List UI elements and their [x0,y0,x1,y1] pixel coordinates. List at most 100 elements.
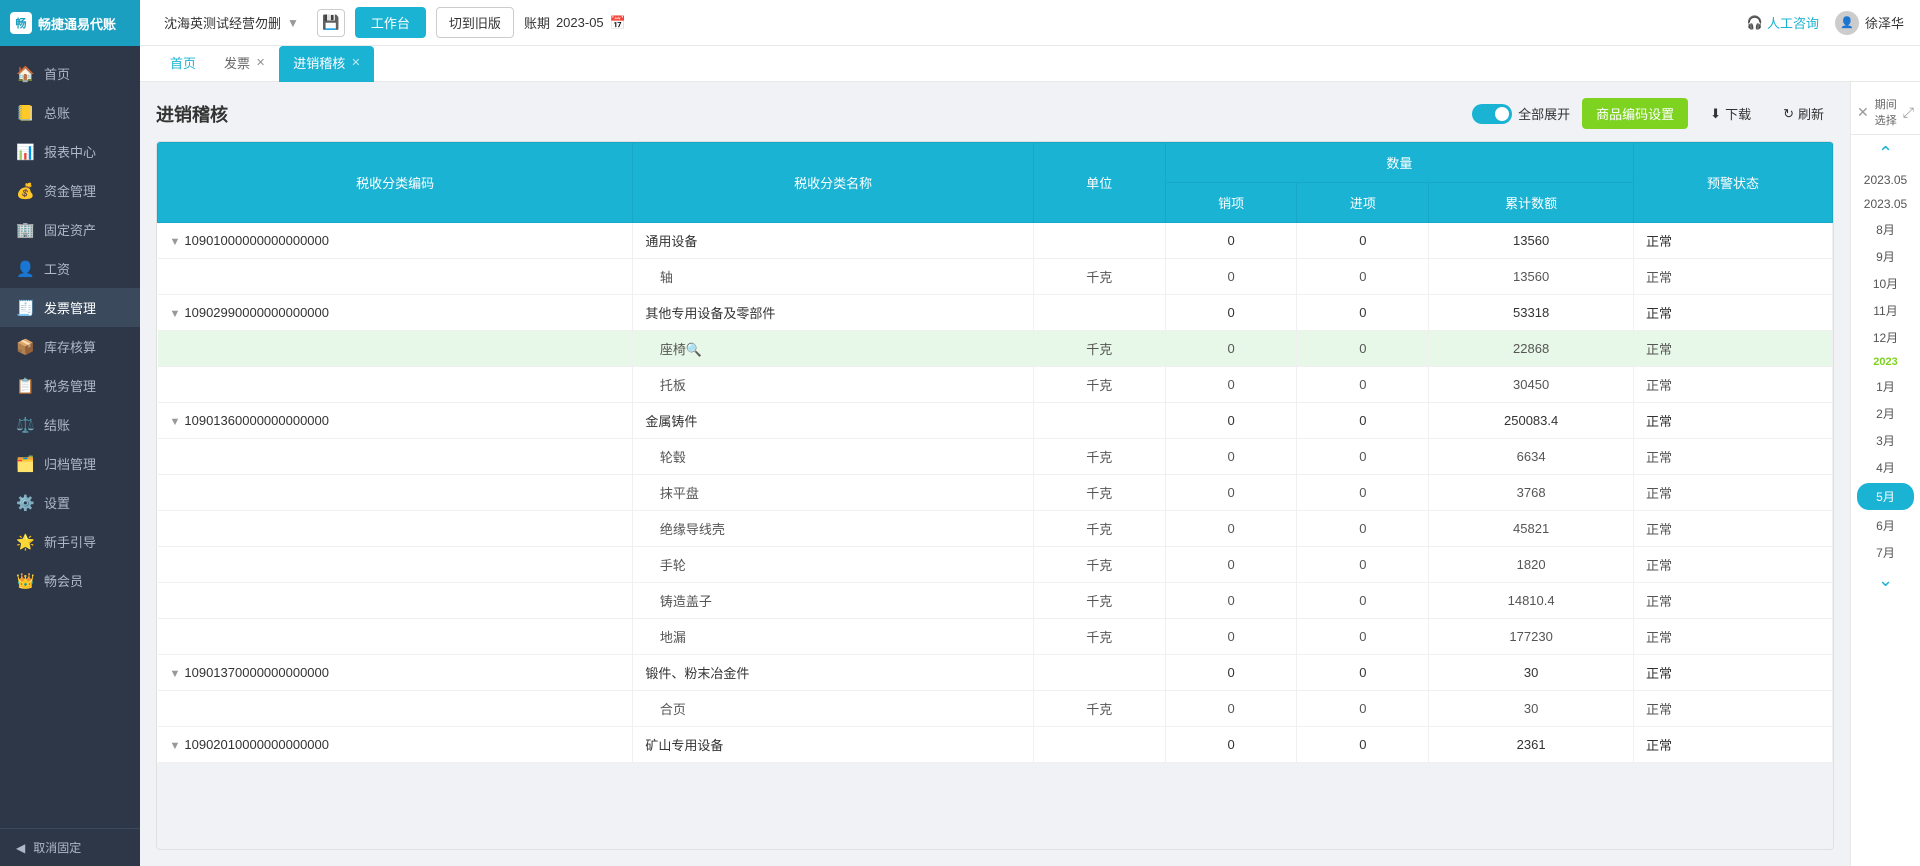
sidebar-item-funds[interactable]: 💰 资金管理 [0,171,140,210]
cell-purchase: 0 [1297,655,1429,691]
sidebar-item-settle[interactable]: ⚖️ 结账 [0,405,140,444]
sidebar-item-invoice[interactable]: 🧾 发票管理 [0,288,140,327]
support-link[interactable]: 🎧 人工咨询 [1747,13,1819,32]
cell-status: 正常 [1633,475,1832,511]
cell-purchase: 0 [1297,403,1429,439]
cell-purchase: 0 [1297,547,1429,583]
table-row[interactable]: 手轮 千克 0 0 1820 正常 [158,547,1833,583]
sidebar-item-guide[interactable]: 🌟 新手引导 [0,522,140,561]
cell-status: 正常 [1633,511,1832,547]
user-info[interactable]: 👤 徐泽华 [1835,11,1904,35]
close-panel-button[interactable]: ✕ [1855,102,1871,123]
sidebar-item-label: 库存核算 [44,337,96,356]
period-item-11[interactable]: 11月 [1851,297,1920,324]
tab-reconciliation[interactable]: 进销稽核 ✕ [279,46,374,82]
guide-icon: 🌟 [16,533,34,551]
period-item-12[interactable]: 12月 [1851,324,1920,351]
table-row[interactable]: ▼10902010000000000000 矿山专用设备 0 0 2361 正常 [158,727,1833,763]
sidebar-item-label: 工资 [44,259,70,278]
scroll-up-button[interactable]: ⌃ [1851,139,1920,168]
table-row[interactable]: ▼10901000000000000000 通用设备 0 0 13560 正常 [158,223,1833,259]
table-row[interactable]: 轴 千克 0 0 13560 正常 [158,259,1833,295]
switch-old-button[interactable]: 切到旧版 [436,7,514,38]
sidebar-item-assets[interactable]: 🏢 固定资产 [0,210,140,249]
table-row[interactable]: 抹平盘 千克 0 0 3768 正常 [158,475,1833,511]
salary-icon: 👤 [16,260,34,278]
cell-code [158,619,633,655]
period-item-6[interactable]: 6月 [1851,512,1920,539]
cell-status: 正常 [1633,367,1832,403]
cell-purchase: 0 [1297,691,1429,727]
close-invoice-tab-button[interactable]: ✕ [256,56,265,69]
cell-total: 6634 [1429,439,1634,475]
sidebar-item-reports[interactable]: 📊 报表中心 [0,132,140,171]
table-row[interactable]: 铸造盖子 千克 0 0 14810.4 正常 [158,583,1833,619]
sidebar-item-label: 归档管理 [44,454,96,473]
period-item-9[interactable]: 9月 [1851,243,1920,270]
period-item-3[interactable]: 3月 [1851,427,1920,454]
toggle-expand-switch[interactable] [1472,104,1512,124]
table-row[interactable]: 托板 千克 0 0 30450 正常 [158,367,1833,403]
period-item-8[interactable]: 8月 [1851,216,1920,243]
sidebar-item-label: 首页 [44,64,70,83]
sidebar-item-settings[interactable]: ⚙️ 设置 [0,483,140,522]
sidebar-item-label: 新手引导 [44,532,96,551]
workbench-button[interactable]: 工作台 [355,7,426,38]
expand-panel-button[interactable]: ⤢ [1901,102,1916,123]
period-item-4[interactable]: 4月 [1851,454,1920,481]
table-row[interactable]: 座椅🔍 千克 0 0 22868 正常 [158,331,1833,367]
cell-purchase: 0 [1297,259,1429,295]
company-selector[interactable]: 沈海英测试经营勿删 ▼ [156,9,307,36]
zoom-icon[interactable]: 🔍 [686,342,702,357]
save-draft-button[interactable]: 💾 [317,9,345,37]
sidebar-footer-unpin[interactable]: ◀ 取消固定 [0,828,140,866]
table-row[interactable]: 合页 千克 0 0 30 正常 [158,691,1833,727]
period-item-5-active[interactable]: 5月 [1857,483,1914,510]
sidebar-item-member[interactable]: 👑 畅会员 [0,561,140,600]
cell-sales: 0 [1165,367,1297,403]
table-row[interactable]: 地漏 千克 0 0 177230 正常 [158,619,1833,655]
unpin-label: 取消固定 [33,839,81,856]
period-item-1[interactable]: 1月 [1851,373,1920,400]
scroll-down-button[interactable]: ⌄ [1851,566,1920,595]
cell-code: ▼10901370000000000000 [158,655,633,691]
period-item-7[interactable]: 7月 [1851,539,1920,566]
sidebar-item-tax[interactable]: 📋 税务管理 [0,366,140,405]
sidebar-item-archive[interactable]: 🗂️ 归档管理 [0,444,140,483]
table-row[interactable]: 轮毂 千克 0 0 6634 正常 [158,439,1833,475]
tabs-bar: 首页 发票 ✕ 进销稽核 ✕ [140,46,1920,82]
cell-sales: 0 [1165,511,1297,547]
cell-name: 其他专用设备及零部件 [633,295,1034,331]
period-item-202305-1[interactable]: 2023.05 [1851,168,1920,192]
cell-name: 托板 [633,367,1034,403]
company-name: 沈海英测试经营勿删 [164,13,281,32]
sidebar-item-home[interactable]: 🏠 首页 [0,54,140,93]
refresh-button[interactable]: ↻ 刷新 [1773,99,1834,128]
tab-invoice[interactable]: 发票 ✕ [210,46,279,82]
cell-status: 正常 [1633,403,1832,439]
table-row[interactable]: ▼10901360000000000000 金属铸件 0 0 250083.4 … [158,403,1833,439]
sidebar-item-label: 资金管理 [44,181,96,200]
sidebar-item-label: 总账 [44,103,70,122]
calendar-icon[interactable]: 📅 [610,15,626,31]
period-item-2[interactable]: 2月 [1851,400,1920,427]
period-item-202305-2[interactable]: 2023.05 [1851,192,1920,216]
cell-unit: 千克 [1033,331,1165,367]
table-row[interactable]: ▼10901370000000000000 锻件、粉末冶金件 0 0 30 正常 [158,655,1833,691]
sidebar-item-ledger[interactable]: 📒 总账 [0,93,140,132]
toggle-all-label: 全部展开 [1518,104,1570,123]
product-code-setting-button[interactable]: 商品编码设置 [1582,98,1688,129]
assets-icon: 🏢 [16,221,34,239]
table-row[interactable]: 绝缘导线壳 千克 0 0 45821 正常 [158,511,1833,547]
tab-home[interactable]: 首页 [156,46,210,82]
download-button[interactable]: ⬇ 下载 [1700,99,1761,128]
cell-total: 30 [1429,691,1634,727]
cell-sales: 0 [1165,727,1297,763]
cell-code [158,331,633,367]
sidebar-item-salary[interactable]: 👤 工资 [0,249,140,288]
cell-purchase: 0 [1297,331,1429,367]
sidebar-item-inventory[interactable]: 📦 库存核算 [0,327,140,366]
close-reconciliation-tab-button[interactable]: ✕ [351,56,360,69]
table-row[interactable]: ▼10902990000000000000 其他专用设备及零部件 0 0 533… [158,295,1833,331]
period-item-10[interactable]: 10月 [1851,270,1920,297]
